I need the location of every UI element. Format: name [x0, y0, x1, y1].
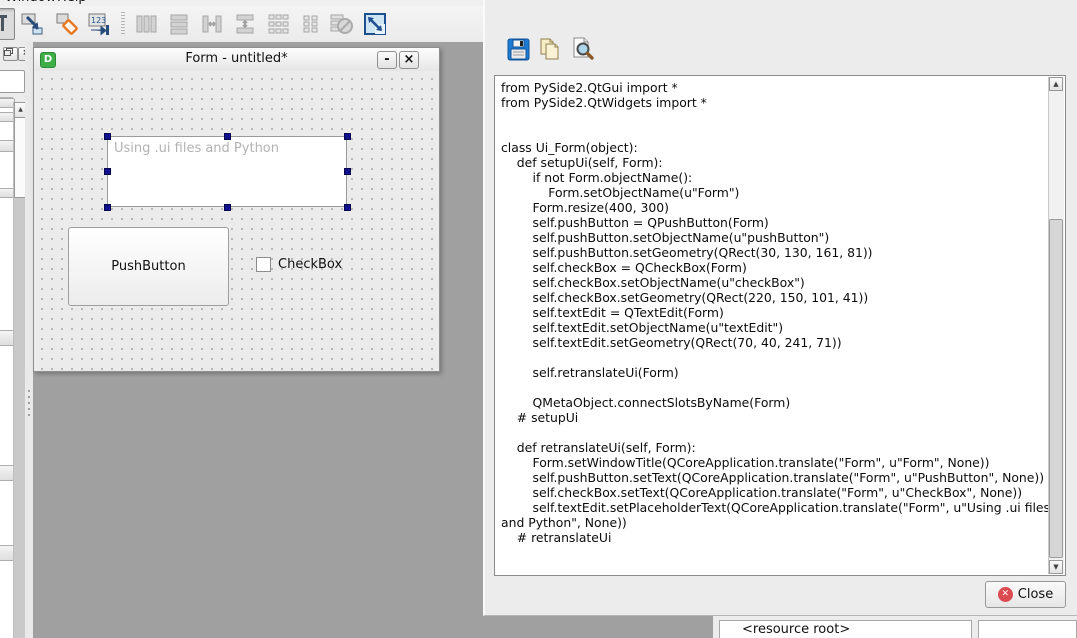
- layout-vertical-button[interactable]: [163, 8, 195, 40]
- resource-panel-fragment: [978, 620, 1077, 638]
- layout-form-button[interactable]: [295, 8, 327, 40]
- widget-box-list[interactable]: [0, 97, 13, 638]
- selection-handle[interactable]: [224, 204, 231, 211]
- menu-window[interactable]: Window: [5, 0, 56, 5]
- layout-grid-button[interactable]: [262, 8, 294, 40]
- resource-root-item[interactable]: <resource root>: [719, 620, 972, 638]
- edit-signals-slots-icon: [20, 12, 44, 36]
- dialog-close-button[interactable]: ✕ Close: [985, 581, 1066, 608]
- code-text: from PySide2.QtGui import *from PySide2.…: [495, 76, 1049, 575]
- checkbox-label: CheckBox: [278, 257, 342, 272]
- pushbutton-widget[interactable]: PushButton: [68, 227, 229, 306]
- widget-box-dock: × ▲: [0, 42, 25, 638]
- minimize-button[interactable]: -: [377, 51, 397, 69]
- dock-float-button[interactable]: [3, 47, 18, 61]
- layout-horizontal-button[interactable]: [130, 8, 162, 40]
- find-icon: [570, 37, 594, 61]
- close-button-label: Close: [1018, 587, 1053, 602]
- form-canvas[interactable]: Using .ui files and Python PushButton Ch…: [34, 71, 439, 371]
- code-view[interactable]: from PySide2.QtGui import *from PySide2.…: [494, 75, 1066, 576]
- scroll-up-icon[interactable]: ▲: [1049, 77, 1063, 91]
- selection-handle[interactable]: [344, 133, 351, 140]
- copy-code-button[interactable]: [536, 35, 564, 63]
- pushbutton-label: PushButton: [111, 259, 185, 274]
- textedit-widget[interactable]: Using .ui files and Python: [107, 136, 347, 207]
- scrollbar-thumb[interactable]: [1049, 219, 1063, 558]
- edit-tab-order-button[interactable]: 123: [83, 8, 115, 40]
- selection-handle[interactable]: [104, 204, 111, 211]
- edit-tab-order-icon: 123: [87, 12, 111, 36]
- dock-splitter[interactable]: [25, 42, 33, 638]
- layout-vertical-splitter-icon: [233, 12, 257, 36]
- form-window: D Form - untitled* - × Using .ui files a…: [33, 47, 440, 372]
- break-layout-icon: [329, 12, 355, 36]
- layout-grid-icon: [266, 12, 290, 36]
- selection-handle[interactable]: [104, 168, 111, 175]
- widget-filter-input[interactable]: [0, 70, 25, 93]
- adjust-size-button[interactable]: [359, 8, 391, 40]
- layout-vertical-icon: [167, 12, 191, 36]
- main-toolbar: 123: [0, 6, 485, 43]
- layout-form-icon: [299, 12, 323, 36]
- edit-widgets-icon: [0, 12, 11, 36]
- code-scrollbar[interactable]: ▲ ▼: [1048, 77, 1064, 574]
- bottom-dock-area: <resource root>: [485, 616, 1077, 638]
- save-icon: [507, 38, 530, 61]
- edit-buddies-icon: [55, 12, 79, 36]
- qt-designer-screen: Window Help 123: [0, 0, 1077, 638]
- textedit-placeholder: Using .ui files and Python: [114, 141, 279, 156]
- adjust-size-icon: [363, 12, 387, 36]
- scroll-down-icon[interactable]: ▼: [1049, 560, 1063, 574]
- find-button[interactable]: [568, 35, 596, 63]
- layout-vertical-splitter-button[interactable]: [229, 8, 261, 40]
- code-preview-dialog: from PySide2.QtGui import *from PySide2.…: [483, 0, 1077, 616]
- toolbar-separator: [121, 12, 125, 34]
- copy-icon: [538, 37, 562, 61]
- edit-widgets-button[interactable]: [0, 8, 15, 40]
- selection-handle[interactable]: [344, 168, 351, 175]
- save-code-button[interactable]: [504, 35, 532, 63]
- checkbox-widget[interactable]: CheckBox: [256, 256, 342, 272]
- menu-help[interactable]: Help: [57, 0, 87, 5]
- selection-handle[interactable]: [224, 133, 231, 140]
- close-circle-icon: ✕: [998, 587, 1013, 602]
- form-title-bar[interactable]: D Form - untitled* - ×: [34, 48, 439, 72]
- edit-signals-slots-button[interactable]: [16, 8, 48, 40]
- selection-handle[interactable]: [104, 133, 111, 140]
- selection-handle[interactable]: [344, 204, 351, 211]
- checkbox-box[interactable]: [256, 257, 271, 272]
- svg-text:123: 123: [91, 16, 106, 25]
- break-layout-button[interactable]: [326, 8, 358, 40]
- mdi-area-fragment: [485, 616, 713, 638]
- layout-horizontal-splitter-button[interactable]: [196, 8, 228, 40]
- close-button[interactable]: ×: [399, 51, 419, 69]
- edit-buddies-button[interactable]: [51, 8, 83, 40]
- layout-horizontal-icon: [134, 12, 158, 36]
- layout-horizontal-splitter-icon: [200, 12, 224, 36]
